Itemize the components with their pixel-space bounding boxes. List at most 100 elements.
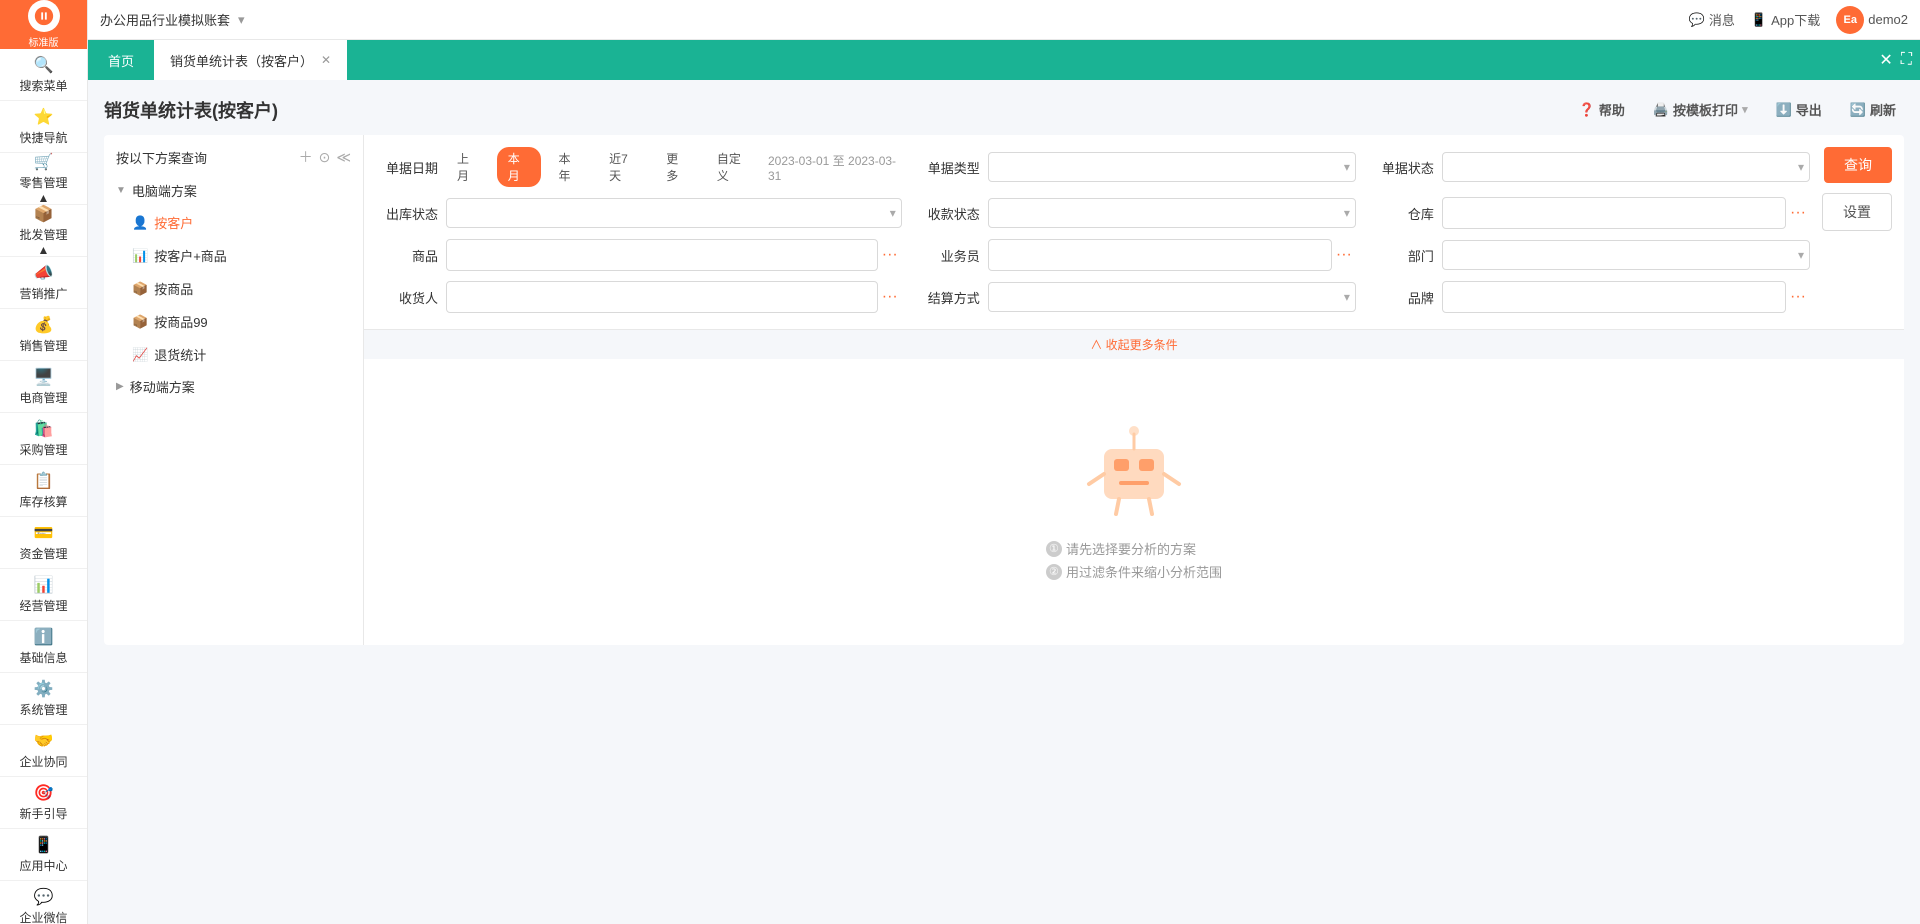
sidebar-item-retail-mgmt[interactable]: 🛒 零售管理 ▲: [0, 153, 88, 205]
sidebar-item-marketing-label: 营销推广: [19, 285, 67, 302]
sales-mgmt-icon: 💰: [34, 315, 54, 335]
date-filter-control: 上月 本月 本年 近7天 更多 自定义 2023-03-01 至 2023-03…: [446, 147, 902, 187]
salesman-input[interactable]: [988, 239, 1332, 271]
department-select[interactable]: [1442, 240, 1810, 270]
system-icon: ⚙️: [34, 679, 54, 699]
panel-add-icon[interactable]: ＋: [299, 147, 313, 167]
date-tag-custom[interactable]: 自定义: [706, 147, 762, 187]
filter-cell-department: 部门 ▾: [1372, 240, 1810, 270]
salesman-dots[interactable]: ···: [1332, 246, 1356, 264]
sidebar-item-quick-nav[interactable]: ⭐ 快捷导航: [0, 101, 88, 153]
sidebar-item-sales-mgmt[interactable]: 💰 销售管理: [0, 309, 88, 361]
sidebar-item-marketing[interactable]: 📣 营销推广: [0, 257, 88, 309]
setting-button[interactable]: 设置: [1822, 193, 1892, 231]
tab-window-close-icon[interactable]: ✕: [1879, 50, 1892, 70]
payment-select[interactable]: [988, 198, 1356, 228]
filter-row-3: 商品 ··· 业务员: [376, 239, 1810, 271]
sidebar-item-search-menu-label: 搜索菜单: [19, 77, 67, 94]
filter-cell-doc-type: 单据类型 ▾: [918, 152, 1356, 182]
sidebar-item-search-menu[interactable]: 🔍 搜索菜单: [0, 49, 88, 101]
app-download-btn[interactable]: 📱 App下载: [1751, 10, 1820, 29]
topbar-dropdown-icon[interactable]: ▾: [238, 12, 245, 28]
sidebar-item-system[interactable]: ⚙️ 系统管理: [0, 673, 88, 725]
print-btn[interactable]: 🖨️ 按模板打印 ▾: [1645, 96, 1756, 123]
date-tag-last-7[interactable]: 近7天: [598, 147, 649, 187]
sidebar-item-inventory[interactable]: 📋 库存核算: [0, 465, 88, 517]
scheme-item-by-customer[interactable]: 👤 按客户: [104, 206, 363, 239]
tab-home[interactable]: 首页: [88, 40, 154, 80]
sidebar-item-finance[interactable]: 💳 资金管理: [0, 517, 88, 569]
download-icon: 📱: [1751, 12, 1767, 28]
warehouse-dots[interactable]: ···: [1786, 204, 1810, 222]
goods-control: ···: [446, 239, 902, 271]
tab-close-icon[interactable]: ✕: [321, 53, 331, 67]
doc-status-select[interactable]: [1442, 152, 1810, 182]
brand-input[interactable]: [1442, 281, 1786, 313]
receiver-input[interactable]: [446, 281, 878, 313]
sidebar-item-ecom-mgmt[interactable]: 🖥️ 电商管理: [0, 361, 88, 413]
goods-input[interactable]: [446, 239, 878, 271]
brand-dots[interactable]: ···: [1786, 288, 1810, 306]
date-tag-this-year[interactable]: 本年: [547, 147, 592, 187]
search-menu-icon: 🔍: [34, 55, 54, 75]
panel-collapse-icon[interactable]: ≪: [336, 149, 351, 166]
sidebar-item-operations[interactable]: 📊 经营管理: [0, 569, 88, 621]
tab-fullscreen-icon[interactable]: ⛶: [1901, 51, 1912, 69]
ecom-mgmt-icon: 🖥️: [34, 367, 54, 387]
filter-cell-payment: 收款状态 ▾: [918, 198, 1356, 228]
scheme-item-by-goods[interactable]: 📦 按商品: [104, 272, 363, 305]
payment-control: ▾: [988, 198, 1356, 228]
sidebar-item-basics[interactable]: ℹ️ 基础信息: [0, 621, 88, 673]
panel-header: 按以下方案查询 ＋ ⊙ ≪: [104, 147, 363, 175]
panel-settings-icon[interactable]: ⊙: [319, 149, 331, 166]
scheme-group-pc-header[interactable]: ▼ 电脑端方案: [104, 175, 363, 206]
scheme-group-pc: ▼ 电脑端方案 👤 按客户 📊 按客户+商品 📦: [104, 175, 363, 371]
query-button[interactable]: 查询: [1824, 147, 1892, 183]
message-btn[interactable]: 💬 消息: [1689, 10, 1735, 29]
collapse-bar[interactable]: ∧ 收起更多条件: [364, 329, 1904, 359]
sidebar-item-enterprise[interactable]: 🤝 企业协同: [0, 725, 88, 777]
export-btn[interactable]: ⬇️ 导出: [1768, 96, 1830, 123]
scheme-group-mobile-header[interactable]: ▶ 移动端方案: [104, 371, 363, 402]
sidebar-item-app-center-label: 应用中心: [19, 857, 67, 874]
help-btn[interactable]: ❓ 帮助: [1571, 96, 1633, 123]
date-tag-more[interactable]: 更多: [655, 147, 700, 187]
wholesale-mgmt-icon: 📦: [34, 204, 54, 224]
warehouse-control: ···: [1442, 197, 1810, 229]
basics-icon: ℹ️: [34, 627, 54, 647]
sidebar-item-enterprise-wechat-label: 企业微信: [19, 909, 67, 924]
scheme-item-by-goods-label: 按商品: [154, 279, 193, 298]
operations-icon: 📊: [34, 575, 54, 595]
scheme-item-by-customer-goods[interactable]: 📊 按客户+商品: [104, 239, 363, 272]
outbound-label: 出库状态: [376, 204, 446, 223]
sidebar-item-app-center[interactable]: 📱 应用中心: [0, 829, 88, 881]
date-label: 单据日期: [376, 158, 446, 177]
user-avatar-btn[interactable]: Ea demo2: [1836, 6, 1908, 34]
outbound-select[interactable]: [446, 198, 902, 228]
date-tag-last-month[interactable]: 上月: [446, 147, 491, 187]
warehouse-input[interactable]: [1442, 197, 1786, 229]
goods-dots[interactable]: ···: [878, 246, 902, 264]
scheme-item-by-goods-99[interactable]: 📦 按商品99: [104, 305, 363, 338]
left-panel: 按以下方案查询 ＋ ⊙ ≪ ▼ 电脑端方案 👤 按客户: [104, 135, 364, 645]
topbar-title: 办公用品行业模拟账套: [100, 10, 230, 29]
content-area: 销货单统计表(按客户) ❓ 帮助 🖨️ 按模板打印 ▾ ⬇️ 导出 🔄 刷新: [88, 80, 1920, 924]
settlement-select[interactable]: [988, 282, 1356, 312]
sidebar-item-enterprise-wechat[interactable]: 💬 企业微信: [0, 881, 88, 924]
tab-sales-stat[interactable]: 销货单统计表（按客户） ✕: [154, 40, 347, 80]
sidebar-item-guide[interactable]: 🎯 新手引导: [0, 777, 88, 829]
refresh-icon: 🔄: [1850, 102, 1866, 118]
date-tag-this-month[interactable]: 本月: [497, 147, 542, 187]
empty-tips: ① 请先选择要分析的方案 ② 用过滤条件来缩小分析范围: [1046, 535, 1222, 585]
refresh-btn[interactable]: 🔄 刷新: [1842, 96, 1904, 123]
message-label: 消息: [1709, 10, 1735, 29]
sidebar-item-system-label: 系统管理: [19, 701, 67, 718]
by-goods-99-icon: 📦: [132, 314, 148, 330]
filter-row-2: 出库状态 ▾ 收款状态: [376, 197, 1810, 229]
receiver-dots[interactable]: ···: [878, 288, 902, 306]
scheme-item-return-stat[interactable]: 📈 退货统计: [104, 338, 363, 371]
outbound-control: ▾: [446, 198, 902, 228]
sidebar-item-wholesale-mgmt[interactable]: 📦 批发管理 ▲: [0, 205, 88, 257]
doc-type-select[interactable]: [988, 152, 1356, 182]
sidebar-item-purchase-mgmt[interactable]: 🛍️ 采购管理: [0, 413, 88, 465]
